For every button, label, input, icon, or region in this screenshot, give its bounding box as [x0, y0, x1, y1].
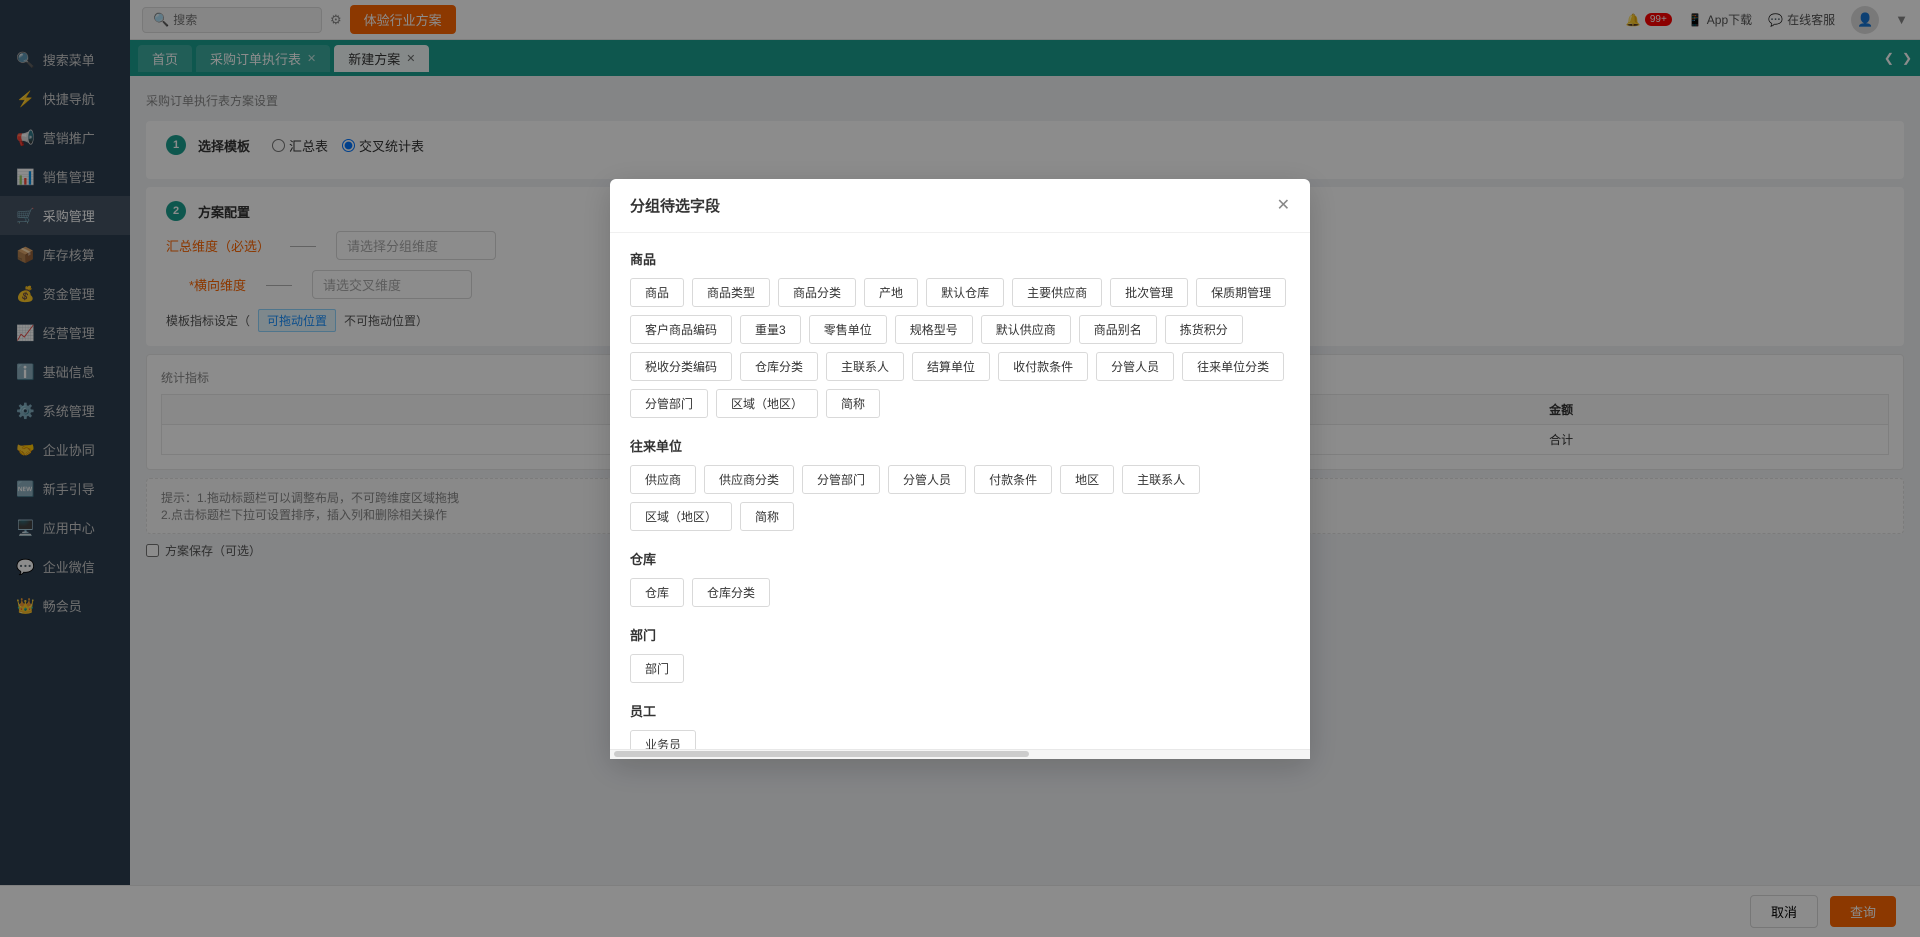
field-tag[interactable]: 收付款条件 — [998, 352, 1088, 381]
field-tag[interactable]: 商品别名 — [1079, 315, 1157, 344]
field-tag[interactable]: 供应商 — [630, 465, 696, 494]
field-tag[interactable]: 简称 — [826, 389, 880, 418]
field-tag[interactable]: 主要供应商 — [1012, 278, 1102, 307]
field-group-仓库: 仓库仓库仓库分类 — [630, 549, 1290, 607]
field-tags-部门: 部门 — [630, 654, 1290, 683]
field-tag[interactable]: 默认仓库 — [926, 278, 1004, 307]
modal-footer-scroll — [610, 749, 1310, 759]
field-tag[interactable]: 地区 — [1060, 465, 1114, 494]
field-tag[interactable]: 付款条件 — [974, 465, 1052, 494]
field-tag[interactable]: 仓库 — [630, 578, 684, 607]
field-tag[interactable]: 分管部门 — [630, 389, 708, 418]
field-tags-商品: 商品商品类型商品分类产地默认仓库主要供应商批次管理保质期管理客户商品编码重量3 零… — [630, 278, 1290, 418]
field-tags-往来单位: 供应商供应商分类分管部门分管人员付款条件地区主联系人区域（地区） 简称 — [630, 465, 1290, 531]
field-tag[interactable]: 批次管理 — [1110, 278, 1188, 307]
field-tag[interactable]: 仓库分类 — [740, 352, 818, 381]
modal-body: 商品商品商品类型商品分类产地默认仓库主要供应商批次管理保质期管理客户商品编码重量… — [610, 233, 1310, 749]
field-tag[interactable]: 规格型号 — [895, 315, 973, 344]
field-group-商品: 商品商品商品类型商品分类产地默认仓库主要供应商批次管理保质期管理客户商品编码重量… — [630, 249, 1290, 418]
field-tag[interactable]: 简称 — [740, 502, 794, 531]
field-tag[interactable]: 往来单位分类 — [1182, 352, 1284, 381]
field-tag[interactable]: 商品分类 — [778, 278, 856, 307]
field-group-title: 部门 — [630, 625, 1290, 644]
modal-dialog: 分组待选字段 ✕ 商品商品商品类型商品分类产地默认仓库主要供应商批次管理保质期管… — [610, 179, 1310, 759]
modal-close-button[interactable]: ✕ — [1277, 195, 1290, 215]
modal-header: 分组待选字段 ✕ — [610, 179, 1310, 233]
field-group-title: 员工 — [630, 701, 1290, 720]
field-tag[interactable]: 重量3 — [740, 315, 801, 344]
field-tag[interactable]: 结算单位 — [912, 352, 990, 381]
field-group-title: 往来单位 — [630, 436, 1290, 455]
field-group-title: 仓库 — [630, 549, 1290, 568]
field-tag[interactable]: 分管人员 — [888, 465, 966, 494]
field-tag[interactable]: 商品类型 — [692, 278, 770, 307]
modal-overlay[interactable]: 分组待选字段 ✕ 商品商品商品类型商品分类产地默认仓库主要供应商批次管理保质期管… — [0, 0, 1920, 937]
field-group-员工: 员工业务员 — [630, 701, 1290, 749]
field-tag[interactable]: 分管人员 — [1096, 352, 1174, 381]
field-tag[interactable]: 供应商分类 — [704, 465, 794, 494]
field-tag[interactable]: 区域（地区） — [630, 502, 732, 531]
field-tags-仓库: 仓库仓库分类 — [630, 578, 1290, 607]
field-tag[interactable]: 业务员 — [630, 730, 696, 749]
field-tag[interactable]: 部门 — [630, 654, 684, 683]
field-tag[interactable]: 保质期管理 — [1196, 278, 1286, 307]
field-group-部门: 部门部门 — [630, 625, 1290, 683]
field-tags-员工: 业务员 — [630, 730, 1290, 749]
field-tag[interactable]: 拣货积分 — [1165, 315, 1243, 344]
field-group-往来单位: 往来单位供应商供应商分类分管部门分管人员付款条件地区主联系人区域（地区） 简称 — [630, 436, 1290, 531]
field-tag[interactable]: 产地 — [864, 278, 918, 307]
field-tag[interactable]: 分管部门 — [802, 465, 880, 494]
field-tag[interactable]: 区域（地区） — [716, 389, 818, 418]
field-tag[interactable]: 税收分类编码 — [630, 352, 732, 381]
field-tag[interactable]: 客户商品编码 — [630, 315, 732, 344]
field-tag[interactable]: 商品 — [630, 278, 684, 307]
field-tag[interactable]: 主联系人 — [1122, 465, 1200, 494]
horizontal-scrollbar[interactable] — [614, 751, 1029, 757]
modal-title: 分组待选字段 — [630, 195, 720, 216]
field-tag[interactable]: 仓库分类 — [692, 578, 770, 607]
field-tag[interactable]: 默认供应商 — [981, 315, 1071, 344]
field-tag[interactable]: 主联系人 — [826, 352, 904, 381]
field-group-title: 商品 — [630, 249, 1290, 268]
field-tag[interactable]: 零售单位 — [809, 315, 887, 344]
